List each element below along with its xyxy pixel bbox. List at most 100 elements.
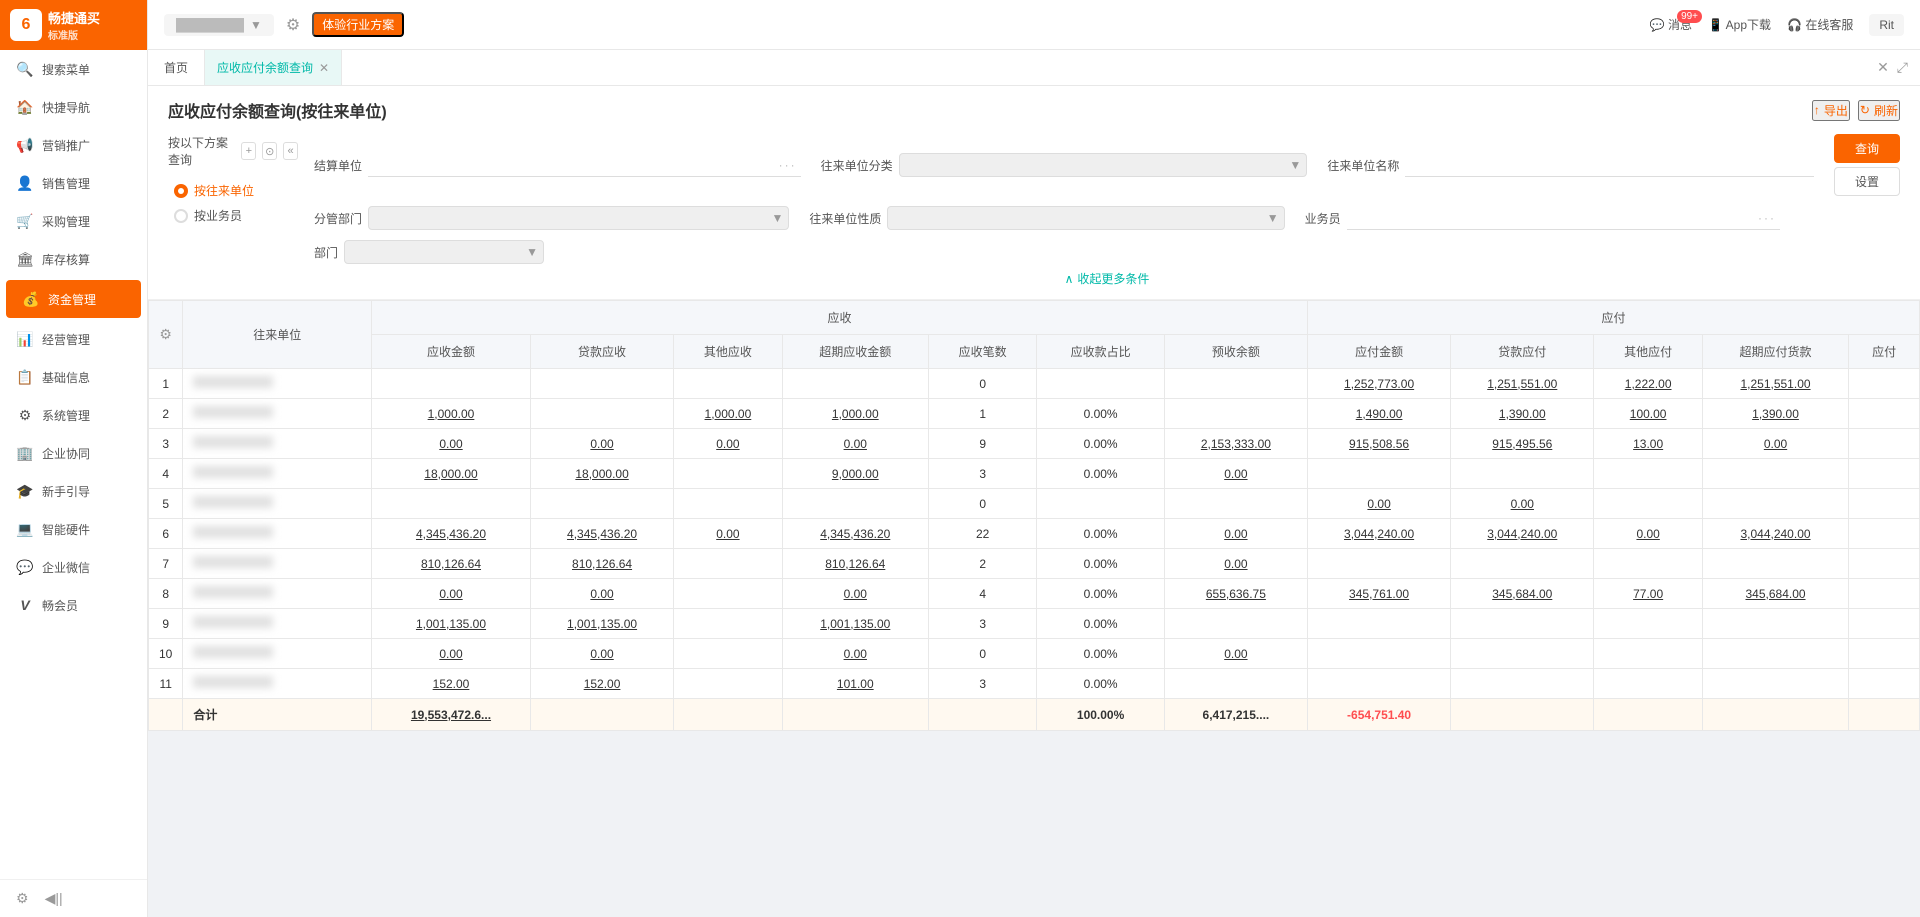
cell-ar_overdue[interactable]: 4,345,436.20 xyxy=(782,519,928,549)
cell-ar_amount[interactable]: 4,345,436.20 xyxy=(372,519,531,549)
cell-ar_loan[interactable]: 0.00 xyxy=(530,639,673,669)
cell-ar_count[interactable]: 3 xyxy=(928,669,1037,699)
cell-ar_other[interactable]: 0.00 xyxy=(674,429,783,459)
dept-select[interactable] xyxy=(344,240,544,264)
cell-ap_overdue[interactable]: 1,251,551.00 xyxy=(1702,369,1848,399)
gear-topbar-icon[interactable]: ⚙ xyxy=(286,15,300,35)
cell-ar_prepay[interactable]: 0.00 xyxy=(1164,459,1307,489)
cell-ap_overdue[interactable]: 1,390.00 xyxy=(1702,399,1848,429)
cell-ar_loan[interactable]: 4,345,436.20 xyxy=(530,519,673,549)
cell-ar_loan[interactable]: 1,001,135.00 xyxy=(530,609,673,639)
cell-ar_other[interactable]: 1,000.00 xyxy=(674,399,783,429)
sidebar-item-warehouse[interactable]: 🏛 库存核算 xyxy=(0,240,147,278)
cell-ar_amount[interactable]: 1,000.00 xyxy=(372,399,531,429)
export-button[interactable]: ↑ 导出 xyxy=(1812,100,1850,121)
sidebar-item-search[interactable]: 🔍 搜索菜单 xyxy=(0,50,147,88)
cell-ar_loan[interactable]: 152.00 xyxy=(530,669,673,699)
cell-ar_overdue[interactable]: 1,001,135.00 xyxy=(782,609,928,639)
cell-ap_overdue[interactable]: 345,684.00 xyxy=(1702,579,1848,609)
query-button[interactable]: 查询 xyxy=(1834,134,1900,163)
refresh-button[interactable]: ↻ 刷新 xyxy=(1858,100,1900,121)
sidebar-item-marketing[interactable]: 📢 营销推广 xyxy=(0,126,147,164)
sidebar-item-enterprise[interactable]: 🏢 企业协同 xyxy=(0,434,147,472)
cell-ap_amount[interactable]: 3,044,240.00 xyxy=(1307,519,1450,549)
cell-ar_overdue[interactable]: 0.00 xyxy=(782,429,928,459)
cell-ap_amount[interactable]: 345,761.00 xyxy=(1307,579,1450,609)
online-service-button[interactable]: 🎧 在线客服 xyxy=(1787,16,1853,33)
cell-ap_other[interactable]: 77.00 xyxy=(1594,579,1703,609)
tab-close-icon[interactable]: ✕ xyxy=(319,61,329,75)
app-download-button[interactable]: 📱 App下载 xyxy=(1708,16,1771,33)
partner-category-select[interactable] xyxy=(899,153,1308,177)
cell-ap_overdue[interactable]: 0.00 xyxy=(1702,429,1848,459)
cell-ar_amount[interactable]: 18,000.00 xyxy=(372,459,531,489)
cell-ar_count[interactable]: 0 xyxy=(928,489,1037,519)
cell-ar_count[interactable]: 4 xyxy=(928,579,1037,609)
partner-name-input[interactable] xyxy=(1405,154,1814,177)
cell-ar_amount[interactable]: 810,126.64 xyxy=(372,549,531,579)
user-menu[interactable]: Rit xyxy=(1869,14,1904,36)
cell-ar_other[interactable]: 0.00 xyxy=(674,519,783,549)
cell-ar_ratio[interactable]: 0.00% xyxy=(1037,459,1164,489)
cell-ar_prepay[interactable]: 2,153,333.00 xyxy=(1164,429,1307,459)
settings-bottom-icon[interactable]: ⚙ xyxy=(16,890,29,907)
cell-ap_loan[interactable]: 915,495.56 xyxy=(1451,429,1594,459)
sidebar-item-hardware[interactable]: 💻 智能硬件 xyxy=(0,510,147,548)
cell-ap_loan[interactable]: 3,044,240.00 xyxy=(1451,519,1594,549)
cell-ar_count[interactable]: 0 xyxy=(928,639,1037,669)
cell-ar_ratio[interactable]: 0.00% xyxy=(1037,429,1164,459)
settings-filter-icon[interactable]: ⊙ xyxy=(262,142,277,160)
tab-arquery[interactable]: 应收应付余额查询 ✕ xyxy=(205,50,342,85)
cell-ar_overdue[interactable]: 9,000.00 xyxy=(782,459,928,489)
cell-ap_loan[interactable]: 1,390.00 xyxy=(1451,399,1594,429)
table-gear-icon[interactable]: ⚙ xyxy=(159,326,172,343)
cell-ap_other[interactable]: 0.00 xyxy=(1594,519,1703,549)
dept-manager-select[interactable] xyxy=(368,206,789,230)
cell-ar_overdue[interactable]: 1,000.00 xyxy=(782,399,928,429)
sidebar-item-guide[interactable]: 🎓 新手引导 xyxy=(0,472,147,510)
cell-ar_loan[interactable]: 18,000.00 xyxy=(530,459,673,489)
cell-ap_loan[interactable]: 1,251,551.00 xyxy=(1451,369,1594,399)
cell-ar_ratio[interactable]: 0.00% xyxy=(1037,639,1164,669)
cell-ar_loan[interactable]: 810,126.64 xyxy=(530,549,673,579)
sidebar-item-finance[interactable]: 💰 资金管理 xyxy=(6,280,141,318)
cell-ar_count[interactable]: 0 xyxy=(928,369,1037,399)
cell-ar_count[interactable]: 3 xyxy=(928,609,1037,639)
cell-ar_amount[interactable]: 1,001,135.00 xyxy=(372,609,531,639)
cell-ar_count[interactable]: 3 xyxy=(928,459,1037,489)
add-filter-icon[interactable]: + xyxy=(241,142,256,160)
sidebar-item-purchase[interactable]: 🛒 采购管理 xyxy=(0,202,147,240)
sidebar-item-wechat[interactable]: 💬 企业微信 xyxy=(0,548,147,586)
tab-close-window-icon[interactable]: ✕ xyxy=(1877,59,1889,76)
cell-ar_amount[interactable]: 152.00 xyxy=(372,669,531,699)
sidebar-item-system[interactable]: ⚙ 系统管理 xyxy=(0,396,147,434)
message-button[interactable]: 💬 消息 99+ xyxy=(1650,16,1692,33)
cell-ap_loan[interactable]: 345,684.00 xyxy=(1451,579,1594,609)
collapse-button[interactable]: ∧ 收起更多条件 xyxy=(1065,270,1150,287)
cell-ar_ratio[interactable]: 0.00% xyxy=(1037,549,1164,579)
solution-button[interactable]: 体验行业方案 xyxy=(312,12,404,37)
setting-button[interactable]: 设置 xyxy=(1834,167,1900,196)
sidebar-item-basic[interactable]: 📋 基础信息 xyxy=(0,358,147,396)
filter-option-by-customer[interactable]: 按往来单位 xyxy=(168,178,298,203)
sidebar-item-member[interactable]: V 畅会员 xyxy=(0,586,147,624)
filter-option-by-salesman[interactable]: 按业务员 xyxy=(168,203,298,228)
cell-ar_overdue[interactable]: 0.00 xyxy=(782,639,928,669)
cell-ar_ratio[interactable]: 0.00% xyxy=(1037,519,1164,549)
settlement-unit-input[interactable]: ··· xyxy=(368,154,801,177)
cell-ap_amount[interactable]: 0.00 xyxy=(1307,489,1450,519)
cell-ap_overdue[interactable]: 3,044,240.00 xyxy=(1702,519,1848,549)
cell-ar_prepay[interactable]: 655,636.75 xyxy=(1164,579,1307,609)
cell-ar_overdue[interactable]: 810,126.64 xyxy=(782,549,928,579)
cell-ar_count[interactable]: 2 xyxy=(928,549,1037,579)
cell-ar_overdue[interactable]: 101.00 xyxy=(782,669,928,699)
collapse-filter-icon[interactable]: « xyxy=(283,142,298,160)
sidebar-item-quicknav[interactable]: 🏠 快捷导航 xyxy=(0,88,147,126)
cell-ar_loan[interactable]: 0.00 xyxy=(530,429,673,459)
cell-ar_prepay[interactable]: 0.00 xyxy=(1164,549,1307,579)
salesman-input[interactable]: ··· xyxy=(1347,207,1780,230)
cell-ar_amount[interactable]: 0.00 xyxy=(372,639,531,669)
partner-nature-select[interactable] xyxy=(887,206,1284,230)
tab-home[interactable]: 首页 xyxy=(148,50,205,85)
cell-ap_other[interactable]: 1,222.00 xyxy=(1594,369,1703,399)
